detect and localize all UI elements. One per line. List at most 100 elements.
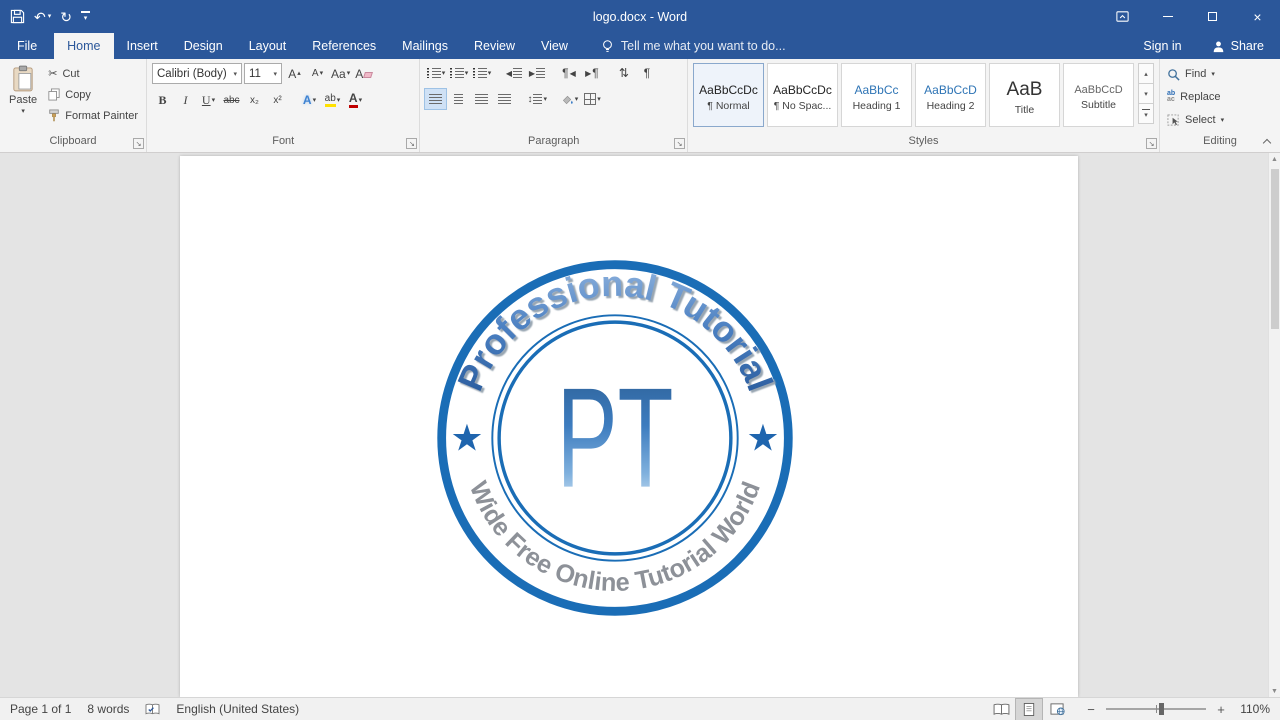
shrink-font-button[interactable]: A▾ bbox=[307, 64, 328, 84]
page-indicator[interactable]: Page 1 of 1 bbox=[2, 698, 79, 720]
font-group: Calibri (Body) ▾ 11 ▾ A▴ A▾ Aa▾ A B I U▾… bbox=[147, 59, 420, 152]
select-label: Select bbox=[1185, 114, 1216, 126]
style-no-spacing[interactable]: AaBbCcDc ¶ No Spac... bbox=[767, 63, 838, 127]
print-layout-button[interactable] bbox=[1016, 699, 1042, 720]
numbering-button[interactable]: ▾ bbox=[448, 63, 469, 83]
tab-references[interactable]: References bbox=[299, 33, 389, 59]
save-button[interactable] bbox=[10, 9, 25, 24]
maximize-button[interactable] bbox=[1190, 0, 1235, 33]
bold-button[interactable]: B bbox=[152, 90, 173, 110]
pilcrow-icon: ¶ bbox=[644, 66, 650, 80]
borders-button[interactable]: ▾ bbox=[582, 89, 603, 109]
tab-view[interactable]: View bbox=[528, 33, 581, 59]
select-button[interactable]: Select ▾ bbox=[1165, 109, 1275, 131]
paragraph-dialog-launcher-icon[interactable]: ↘ bbox=[674, 138, 685, 149]
bullets-button[interactable]: ▾ bbox=[425, 63, 446, 83]
tab-layout[interactable]: Layout bbox=[236, 33, 300, 59]
tab-insert[interactable]: Insert bbox=[114, 33, 171, 59]
font-dialog-launcher-icon[interactable]: ↘ bbox=[406, 138, 417, 149]
show-hide-paragraph-button[interactable]: ¶ bbox=[636, 63, 657, 83]
strikethrough-button[interactable]: abc bbox=[221, 90, 242, 110]
style-heading-2[interactable]: AaBbCcD Heading 2 bbox=[915, 63, 986, 127]
text-effects-button[interactable]: A▾ bbox=[299, 90, 320, 110]
share-button[interactable]: Share bbox=[1196, 33, 1280, 59]
shading-button[interactable]: ▾ bbox=[559, 89, 580, 109]
clear-formatting-button[interactable]: A bbox=[353, 64, 374, 84]
format-painter-button[interactable]: Format Painter bbox=[45, 105, 141, 126]
document-page[interactable]: Professional Tutorial Wide Free Online T… bbox=[180, 156, 1078, 697]
sign-in-button[interactable]: Sign in bbox=[1129, 33, 1195, 59]
close-button[interactable]: × bbox=[1235, 0, 1280, 33]
align-center-button[interactable] bbox=[448, 89, 469, 109]
lines-icon bbox=[536, 68, 545, 78]
grow-font-button[interactable]: A▴ bbox=[284, 64, 305, 84]
font-size-select[interactable]: 11 ▾ bbox=[244, 63, 282, 84]
web-layout-button[interactable] bbox=[1044, 699, 1070, 720]
find-button[interactable]: Find ▾ bbox=[1165, 63, 1275, 85]
zoom-in-button[interactable]: + bbox=[1214, 702, 1228, 717]
sort-button[interactable]: ⇅ bbox=[613, 63, 634, 83]
language-indicator[interactable]: English (United States) bbox=[168, 698, 307, 720]
underline-button[interactable]: U▾ bbox=[198, 90, 219, 110]
style-name: Subtitle bbox=[1081, 99, 1116, 111]
style-title[interactable]: AaB Title bbox=[989, 63, 1060, 127]
logo-image[interactable]: Professional Tutorial Wide Free Online T… bbox=[430, 253, 800, 623]
style-subtitle[interactable]: AaBbCcD Subtitle bbox=[1063, 63, 1134, 127]
tab-review[interactable]: Review bbox=[461, 33, 528, 59]
zoom-level[interactable]: 110% bbox=[1236, 702, 1270, 716]
subscript-button[interactable]: x₂ bbox=[244, 90, 265, 110]
align-left-button[interactable] bbox=[425, 89, 446, 109]
increase-indent-button[interactable]: ▶ bbox=[526, 63, 547, 83]
gallery-more-button[interactable]: ▾ bbox=[1138, 103, 1154, 124]
replace-button[interactable]: abac Replace bbox=[1165, 86, 1275, 108]
left-arrow-icon: ◀ bbox=[506, 69, 512, 78]
superscript-button[interactable]: x² bbox=[267, 90, 288, 110]
copy-button[interactable]: Copy bbox=[45, 84, 141, 105]
scroll-down-arrow-icon[interactable]: ▼ bbox=[1269, 685, 1280, 697]
read-mode-button[interactable] bbox=[988, 699, 1014, 720]
highlight-button[interactable]: ab▾ bbox=[322, 90, 343, 110]
multilevel-list-button[interactable]: ▾ bbox=[471, 63, 492, 83]
tab-home[interactable]: Home bbox=[54, 33, 113, 59]
gallery-scroll-down-button[interactable]: ▾ bbox=[1138, 83, 1154, 104]
paste-button[interactable]: Paste ▾ bbox=[5, 63, 41, 135]
style-preview: AaB bbox=[1007, 79, 1043, 101]
font-color-button[interactable]: A▾ bbox=[345, 90, 366, 110]
redo-button[interactable]: ↻ bbox=[60, 10, 72, 24]
styles-dialog-launcher-icon[interactable]: ↘ bbox=[1146, 138, 1157, 149]
justify-button[interactable] bbox=[494, 89, 515, 109]
strikethrough-icon: abc bbox=[223, 95, 239, 106]
style-preview: AaBbCcD bbox=[1074, 84, 1122, 96]
scroll-up-arrow-icon[interactable]: ▲ bbox=[1269, 153, 1280, 165]
ltr-text-direction-button[interactable]: ¶◀ bbox=[558, 63, 579, 83]
proofing-status[interactable] bbox=[137, 698, 168, 720]
undo-button[interactable]: ↶ ▾ bbox=[34, 10, 51, 24]
cut-button[interactable]: ✂ Cut bbox=[45, 63, 141, 84]
tab-design[interactable]: Design bbox=[171, 33, 236, 59]
word-count[interactable]: 8 words bbox=[79, 698, 137, 720]
change-case-button[interactable]: Aa▾ bbox=[330, 64, 351, 84]
tab-mailings[interactable]: Mailings bbox=[389, 33, 461, 59]
style-heading-1[interactable]: AaBbCc Heading 1 bbox=[841, 63, 912, 127]
style-normal[interactable]: AaBbCcDc ¶ Normal bbox=[693, 63, 764, 127]
rtl-text-direction-button[interactable]: ▶¶ bbox=[581, 63, 602, 83]
zoom-out-button[interactable]: − bbox=[1084, 702, 1098, 717]
chevron-down-icon: ▾ bbox=[212, 97, 216, 104]
collapse-ribbon-button[interactable] bbox=[1262, 138, 1272, 146]
ribbon-display-options-button[interactable] bbox=[1100, 0, 1145, 33]
gallery-scroll-up-button[interactable]: ▴ bbox=[1138, 63, 1154, 84]
zoom-slider[interactable] bbox=[1106, 708, 1206, 710]
tab-file[interactable]: File bbox=[0, 33, 54, 59]
minimize-button[interactable] bbox=[1145, 0, 1190, 33]
decrease-indent-button[interactable]: ◀ bbox=[503, 63, 524, 83]
align-right-button[interactable] bbox=[471, 89, 492, 109]
zoom-slider-thumb[interactable] bbox=[1159, 703, 1164, 715]
customize-qat-button[interactable]: ▾ bbox=[81, 11, 90, 22]
font-name-select[interactable]: Calibri (Body) ▾ bbox=[152, 63, 242, 84]
scrollbar-thumb[interactable] bbox=[1271, 169, 1279, 329]
tell-me-box[interactable]: Tell me what you want to do... bbox=[591, 33, 796, 59]
clipboard-dialog-launcher-icon[interactable]: ↘ bbox=[133, 138, 144, 149]
vertical-scrollbar[interactable]: ▲ ▼ bbox=[1268, 153, 1280, 697]
line-spacing-button[interactable]: ↕▾ bbox=[526, 89, 548, 109]
italic-button[interactable]: I bbox=[175, 90, 196, 110]
